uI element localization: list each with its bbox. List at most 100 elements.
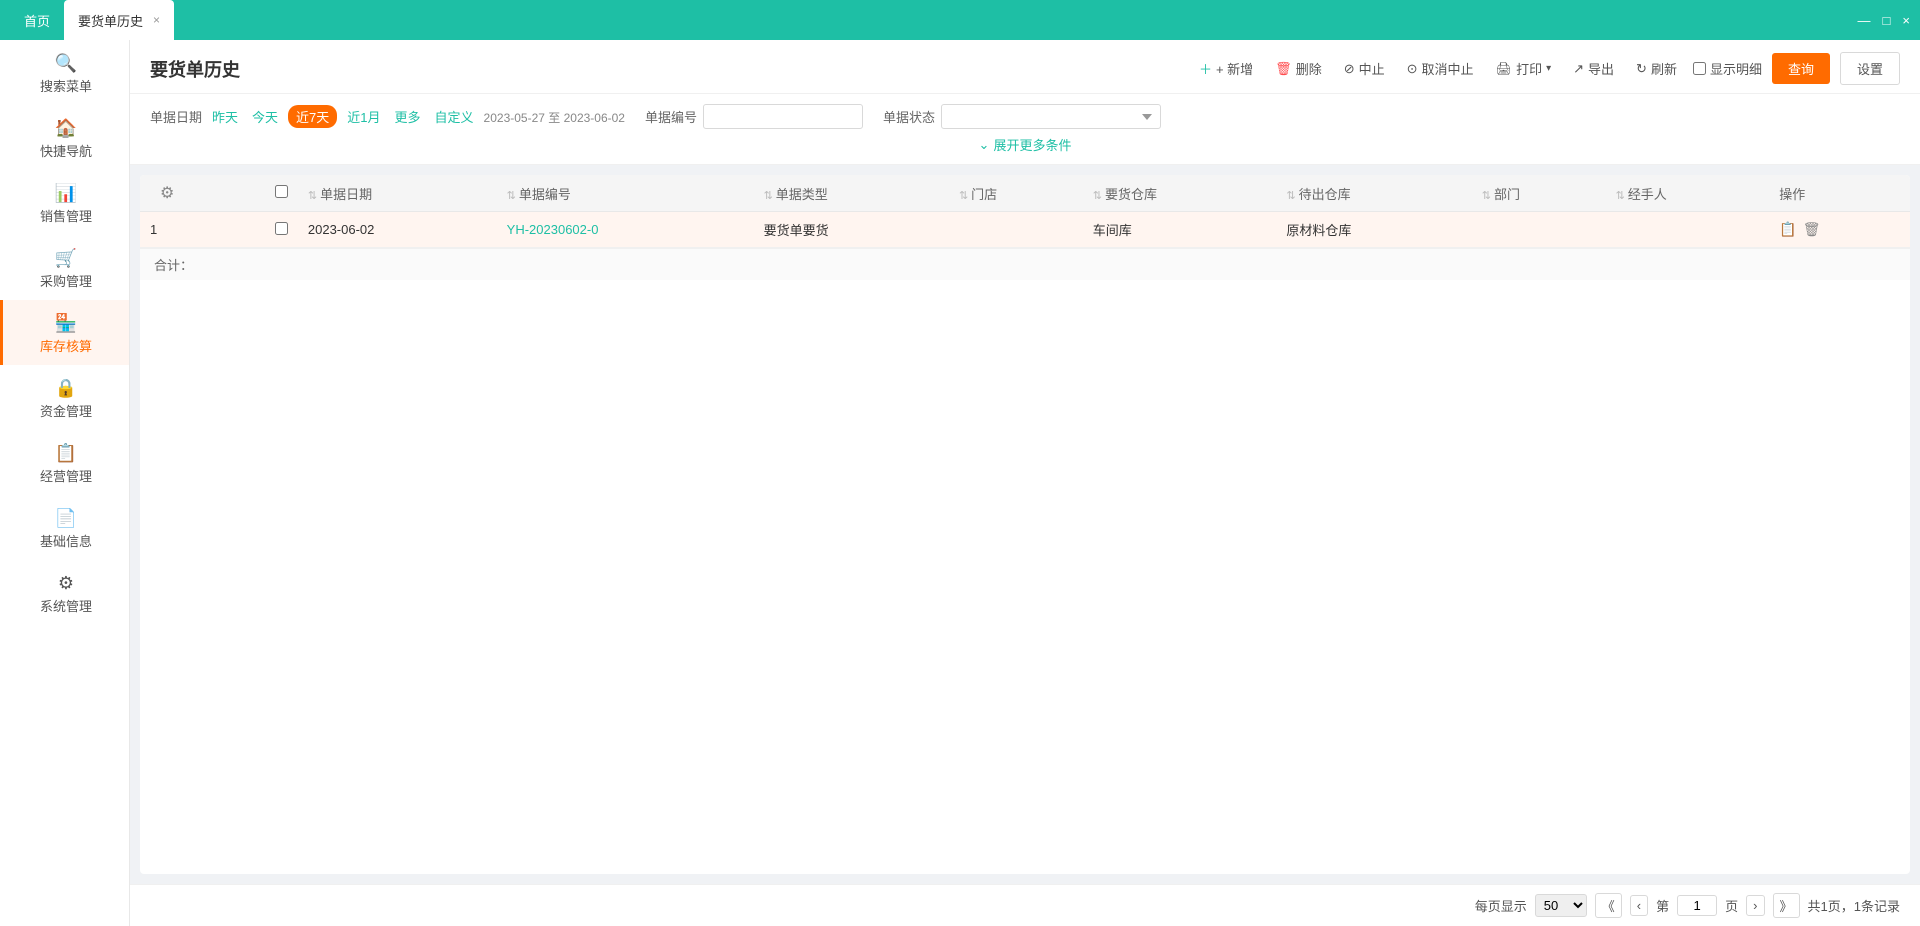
row-checkbox-cell	[265, 212, 298, 248]
status-select[interactable]	[941, 104, 1161, 129]
expand-more-label: 展开更多条件	[993, 135, 1071, 154]
cancel-stop-button[interactable]: ⊙ 取消中止	[1401, 55, 1480, 82]
requisition-tab-label: 要货单历史	[78, 11, 143, 30]
date-range-text: 2023-05-27 至 2023-06-02	[484, 109, 625, 126]
th-out-warehouse[interactable]: 待出仓库	[1276, 175, 1471, 212]
per-page-select[interactable]: 50 20 100 200	[1535, 894, 1587, 917]
shortcut-custom[interactable]: 自定义	[431, 106, 478, 127]
table-footer: 合计：	[140, 248, 1910, 280]
print-icon: 🖨	[1496, 61, 1513, 77]
sidebar-item-inventory[interactable]: 🏪 库存核算	[0, 300, 129, 365]
query-button[interactable]: 查询	[1772, 53, 1830, 84]
th-settings: ⚙	[140, 175, 265, 212]
first-page-btn[interactable]: 《	[1595, 893, 1622, 918]
summary-label: 合计：	[154, 258, 193, 273]
maximize-btn[interactable]: □	[1883, 13, 1891, 28]
sidebar-item-capital-mgmt[interactable]: 🔒 资金管理	[0, 365, 129, 430]
table-row: 1 2023-06-02 YH-20230602-0 要货单要货 车间库 原材料…	[140, 212, 1910, 248]
sidebar-item-operations-mgmt[interactable]: 📋 经营管理	[0, 430, 129, 495]
page-number-input[interactable]	[1677, 895, 1717, 916]
delete-label: 删除	[1296, 59, 1322, 78]
display-detail-toggle[interactable]: 显示明细	[1693, 59, 1762, 78]
display-detail-label: 显示明细	[1710, 59, 1762, 78]
th-req-warehouse[interactable]: 要货仓库	[1083, 175, 1277, 212]
table-container: ⚙ 单据日期 单据编号 单据类型 门店 要货仓库 待出仓库 部门 经手人 操	[140, 175, 1910, 874]
prev-page-btn[interactable]: ‹	[1630, 895, 1648, 916]
doc-no-link[interactable]: YH-20230602-0	[507, 222, 599, 237]
th-checkbox	[265, 175, 298, 212]
row-doc-type: 要货单要货	[754, 212, 949, 248]
status-label: 单据状态	[883, 107, 935, 126]
page-unit-label: 页	[1725, 896, 1738, 915]
close-btn[interactable]: ×	[1902, 13, 1910, 28]
tab-close-icon[interactable]: ×	[153, 13, 160, 27]
sidebar-item-quick-nav[interactable]: 🏠 快捷导航	[0, 105, 129, 170]
sidebar-item-purchase-mgmt-label: 采购管理	[40, 271, 92, 290]
doc-no-label: 单据编号	[645, 107, 697, 126]
row-ops: 📋 🗑	[1769, 212, 1910, 248]
row-checkbox[interactable]	[275, 222, 288, 235]
sidebar-item-basic-info[interactable]: 📄 基础信息	[0, 495, 129, 560]
next-page-btn[interactable]: ›	[1746, 895, 1764, 916]
th-store[interactable]: 门店	[949, 175, 1083, 212]
th-date[interactable]: 单据日期	[298, 175, 497, 212]
settings-button[interactable]: 设置	[1840, 52, 1900, 85]
sidebar-item-quick-nav-label: 快捷导航	[40, 141, 92, 160]
cancel-stop-label: 取消中止	[1422, 59, 1474, 78]
th-operator[interactable]: 经手人	[1606, 175, 1770, 212]
add-label: + 新增	[1216, 59, 1253, 78]
current-page-label: 第	[1656, 896, 1669, 915]
top-bar: 首页 要货单历史 × — □ ×	[0, 0, 1920, 40]
row-dept	[1472, 212, 1606, 248]
print-label: 打印	[1516, 59, 1542, 78]
tab-home[interactable]: 首页	[10, 0, 64, 40]
refresh-button[interactable]: ↻ 刷新	[1630, 55, 1683, 82]
table-settings-icon[interactable]: ⚙	[150, 179, 184, 208]
sidebar-item-system-mgmt[interactable]: ⚙ 系统管理	[0, 560, 129, 625]
refresh-icon: ↻	[1636, 61, 1647, 77]
home-tab-label: 首页	[24, 11, 50, 30]
th-dept[interactable]: 部门	[1472, 175, 1606, 212]
sidebar-item-sales-mgmt[interactable]: 📊 销售管理	[0, 170, 129, 235]
shortcut-yesterday[interactable]: 昨天	[208, 106, 242, 127]
stop-icon: ⊘	[1344, 61, 1355, 77]
doc-no-input[interactable]	[703, 104, 863, 129]
tab-requisition-history[interactable]: 要货单历史 ×	[64, 0, 174, 40]
delete-icon: 🗑	[1275, 61, 1292, 77]
shortcut-1month[interactable]: 近1月	[343, 106, 384, 127]
sales-mgmt-icon: 📊	[55, 184, 77, 202]
row-out-warehouse: 原材料仓库	[1276, 212, 1471, 248]
select-all-checkbox[interactable]	[275, 185, 288, 198]
sidebar-item-purchase-mgmt[interactable]: 🛒 采购管理	[0, 235, 129, 300]
shortcut-today[interactable]: 今天	[248, 106, 282, 127]
expand-more-btn[interactable]: ⌄ 展开更多条件	[150, 135, 1900, 154]
content-area: 要货单历史 ＋ + 新增 🗑 删除 ⊘ 中止 ⊙ 取消中止	[130, 40, 1920, 926]
delete-button[interactable]: 🗑 删除	[1269, 55, 1328, 82]
shortcut-more[interactable]: 更多	[391, 106, 425, 127]
row-store	[949, 212, 1083, 248]
sidebar: 🔍 搜索菜单 🏠 快捷导航 📊 销售管理 🛒 采购管理 🏪 库存核算 🔒 资金管…	[0, 40, 130, 926]
cancel-stop-icon: ⊙	[1407, 61, 1418, 77]
pagination-bar: 每页显示 50 20 100 200 《 ‹ 第 页 › 》 共1页，1条记录	[130, 884, 1920, 926]
stop-label: 中止	[1359, 59, 1385, 78]
stop-button[interactable]: ⊘ 中止	[1338, 55, 1391, 82]
sidebar-item-system-mgmt-label: 系统管理	[40, 596, 92, 615]
print-button[interactable]: 🖨 打印 ▾	[1490, 55, 1558, 82]
row-operator	[1606, 212, 1770, 248]
th-doc-no[interactable]: 单据编号	[497, 175, 754, 212]
row-edit-btn[interactable]: 📋	[1779, 221, 1796, 238]
row-delete-btn[interactable]: 🗑	[1803, 221, 1821, 238]
th-doc-type[interactable]: 单据类型	[754, 175, 949, 212]
display-detail-checkbox[interactable]	[1693, 62, 1706, 75]
filter-area: 单据日期 昨天 今天 近7天 近1月 更多 自定义 2023-05-27 至 2…	[130, 94, 1920, 165]
row-index: 1	[140, 212, 265, 248]
sidebar-item-search-menu[interactable]: 🔍 搜索菜单	[0, 40, 129, 105]
sidebar-item-search-menu-label: 搜索菜单	[40, 76, 92, 95]
last-page-btn[interactable]: 》	[1773, 893, 1800, 918]
add-button[interactable]: ＋ + 新增	[1193, 55, 1259, 82]
shortcut-7days[interactable]: 近7天	[288, 105, 337, 128]
capital-mgmt-icon: 🔒	[55, 379, 77, 397]
export-button[interactable]: ↗ 导出	[1567, 55, 1620, 82]
sidebar-item-inventory-label: 库存核算	[40, 336, 92, 355]
minimize-btn[interactable]: —	[1858, 13, 1871, 28]
